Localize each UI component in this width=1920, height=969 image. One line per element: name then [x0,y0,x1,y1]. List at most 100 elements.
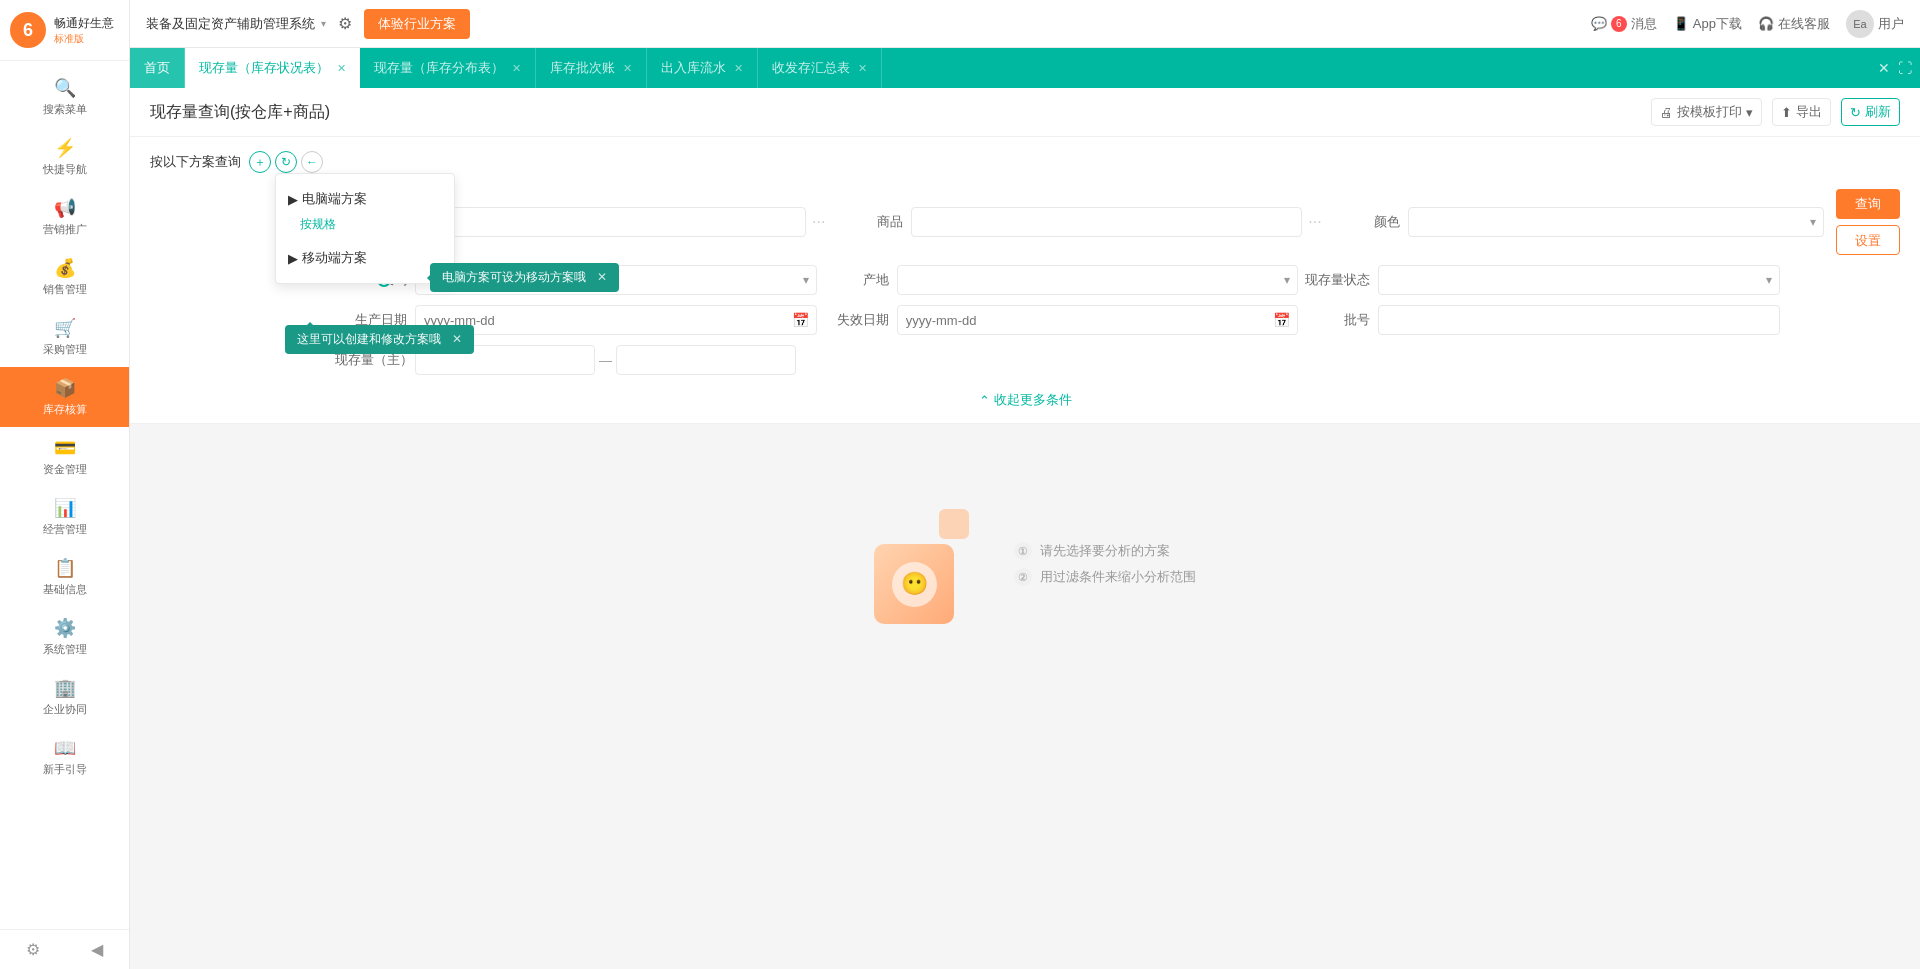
sidebar-item-finance[interactable]: 💳 资金管理 [0,427,129,487]
empty-box: 😶 [874,544,954,624]
sidebar-item-inventory[interactable]: 📦 库存核算 [0,367,129,427]
refresh-scheme-btn[interactable]: ↻ [275,151,297,173]
page-title: 现存量查询(按仓库+商品) [150,102,330,123]
page-header: 现存量查询(按仓库+商品) 🖨 按模板打印 ▾ ⬆ 导出 ↻ 刷新 [130,88,1920,137]
message-icon: 💬 [1591,16,1607,31]
warehouse-ellipsis[interactable]: ··· [806,213,831,231]
expire-date-input[interactable] [897,305,1299,335]
tab-inventory-status[interactable]: 现存量（库存状况表） ✕ [185,48,360,88]
tooltip-close-icon[interactable]: ✕ [597,270,607,284]
tab-label: 现存量（库存分布表） [374,59,504,77]
query-row-3: 生产日期 📅 失效日期 📅 批号 [335,305,1900,335]
tooltip-close-icon[interactable]: ✕ [452,332,462,346]
sidebar-item-guide[interactable]: 📖 新手引导 [0,727,129,787]
tab-recvsend-summary[interactable]: 收发存汇总表 ✕ [758,48,882,88]
tab-home[interactable]: 首页 [130,48,185,88]
field-color: 颜色 [1328,207,1824,237]
empty-steps: ① 请先选择要分析的方案 ② 用过滤条件来缩小分析范围 [1014,542,1196,586]
sidebar-item-enterprise[interactable]: 🏢 企业协同 [0,667,129,727]
batch-label: 批号 [1298,311,1378,329]
tab-close-icon[interactable]: ✕ [337,62,346,75]
logo-icon: 6 [10,12,46,48]
page-actions: 🖨 按模板打印 ▾ ⬆ 导出 ↻ 刷新 [1651,98,1900,126]
search-btn[interactable]: 查询 [1836,189,1900,219]
setting-btn[interactable]: 设置 [1836,225,1900,255]
empty-step-2: ② 用过滤条件来缩小分析范围 [1014,568,1196,586]
sidebar-item-search[interactable]: 🔍 搜索菜单 [0,67,129,127]
tab-inout-flow[interactable]: 出入库流水 ✕ [647,48,758,88]
sidebar-item-system[interactable]: ⚙️ 系统管理 [0,607,129,667]
step-1-label: 请先选择要分析的方案 [1040,542,1170,560]
stock-main-to-input[interactable] [616,345,796,375]
refresh-btn[interactable]: ↻ 刷新 [1841,98,1900,126]
message-btn[interactable]: 💬 6 消息 [1591,15,1657,33]
empty-state: 😶 ① 请先选择要分析的方案 ② 用过滤条件来缩小分析范围 [130,424,1920,704]
scheme-item-spec[interactable]: 按规格 [276,212,454,237]
color-select[interactable] [1408,207,1824,237]
sidebar-item-sales[interactable]: 💰 销售管理 [0,247,129,307]
tab-close-icon[interactable]: ✕ [734,62,743,75]
scheme-group-pc-header[interactable]: ▶ 电脑端方案 [276,186,454,212]
scheme-group-pc: ▶ 电脑端方案 按规格 [276,182,454,241]
sidebar-item-label: 库存核算 [43,402,87,417]
collapse-sidebar-btn[interactable]: ◀ [91,940,103,959]
sidebar-item-label: 快捷导航 [43,162,87,177]
sidebar-item-label: 企业协同 [43,702,87,717]
system-selector[interactable]: 装备及固定资产辅助管理系统 ▾ [146,15,326,33]
sidebar-item-quicknav[interactable]: ⚡ 快捷导航 [0,127,129,187]
app-download-btn[interactable]: 📱 App下载 [1673,15,1742,33]
scheme-group-arrow: ▶ [288,251,298,266]
tab-close-icon[interactable]: ✕ [512,62,521,75]
tab-close-all-icon[interactable]: ✕ [1878,60,1890,76]
tab-maximize-icon[interactable]: ⛶ [1898,60,1912,76]
sidebar: 6 畅通好生意 标准版 🔍 搜索菜单 ⚡ 快捷导航 📢 营销推广 💰 销售管理 … [0,0,130,969]
headset-icon: 🎧 [1758,16,1774,31]
stock-status-select[interactable] [1378,265,1780,295]
print-btn[interactable]: 🖨 按模板打印 ▾ [1651,98,1762,126]
query-header: 按以下方案查询 ＋ ↻ ← [150,151,1900,173]
field-stock-main: 现存量（主） — [335,345,1900,375]
topbar-right: 💬 6 消息 📱 App下载 🎧 在线客服 Ea 用户 [1591,10,1904,38]
warehouse-input[interactable] [415,207,806,237]
goods-ellipsis[interactable]: ··· [1302,213,1327,231]
sidebar-item-purchase[interactable]: 🛒 采购管理 [0,307,129,367]
color-select-wrap [1408,207,1824,237]
trial-btn[interactable]: 体验行业方案 [364,9,470,39]
sidebar-item-marketing[interactable]: 📢 营销推广 [0,187,129,247]
produce-date-wrap: 📅 [415,305,817,335]
tab-label: 出入库流水 [661,59,726,77]
collapse-row[interactable]: ⌃ 收起更多条件 [150,385,1900,409]
quicknav-icon: ⚡ [54,137,76,159]
back-scheme-btn[interactable]: ← [301,151,323,173]
user-area[interactable]: Ea 用户 [1846,10,1904,38]
sidebar-item-label: 新手引导 [43,762,87,777]
tab-inventory-dist[interactable]: 现存量（库存分布表） ✕ [360,48,536,88]
scheme-group-mobile-label: 移动端方案 [302,249,367,267]
add-scheme-btn[interactable]: ＋ [249,151,271,173]
field-origin: 产地 [817,265,1299,295]
step-num-1: ① [1014,542,1032,560]
tab-close-icon[interactable]: ✕ [858,62,867,75]
sidebar-item-operation[interactable]: 📊 经营管理 [0,487,129,547]
export-btn[interactable]: ⬆ 导出 [1772,98,1831,126]
query-panel: 按以下方案查询 ＋ ↻ ← ▶ 电脑端方案 按规格 [130,137,1920,424]
topbar-left: 装备及固定资产辅助管理系统 ▾ ⚙ 体验行业方案 [146,9,470,39]
scheme-panel: ▶ 电脑端方案 按规格 ▶ 移动端方案 [275,173,455,284]
enterprise-icon: 🏢 [54,677,76,699]
goods-input[interactable] [911,207,1302,237]
range-dash: — [599,353,612,368]
tab-batch-ledger[interactable]: 库存批次账 ✕ [536,48,647,88]
online-support-btn[interactable]: 🎧 在线客服 [1758,15,1830,33]
produce-date-input[interactable] [415,305,817,335]
settings-btn[interactable]: ⚙ [26,940,40,959]
marketing-icon: 📢 [54,197,76,219]
tab-close-icon[interactable]: ✕ [623,62,632,75]
topbar-settings-icon[interactable]: ⚙ [338,14,352,33]
origin-select[interactable] [897,265,1299,295]
sidebar-item-basic[interactable]: 📋 基础信息 [0,547,129,607]
batch-input[interactable] [1378,305,1780,335]
step-num-2: ② [1014,568,1032,586]
scheme-group-mobile-header[interactable]: ▶ 移动端方案 [276,245,454,271]
sidebar-item-label: 采购管理 [43,342,87,357]
step-2-label: 用过滤条件来缩小分析范围 [1040,568,1196,586]
